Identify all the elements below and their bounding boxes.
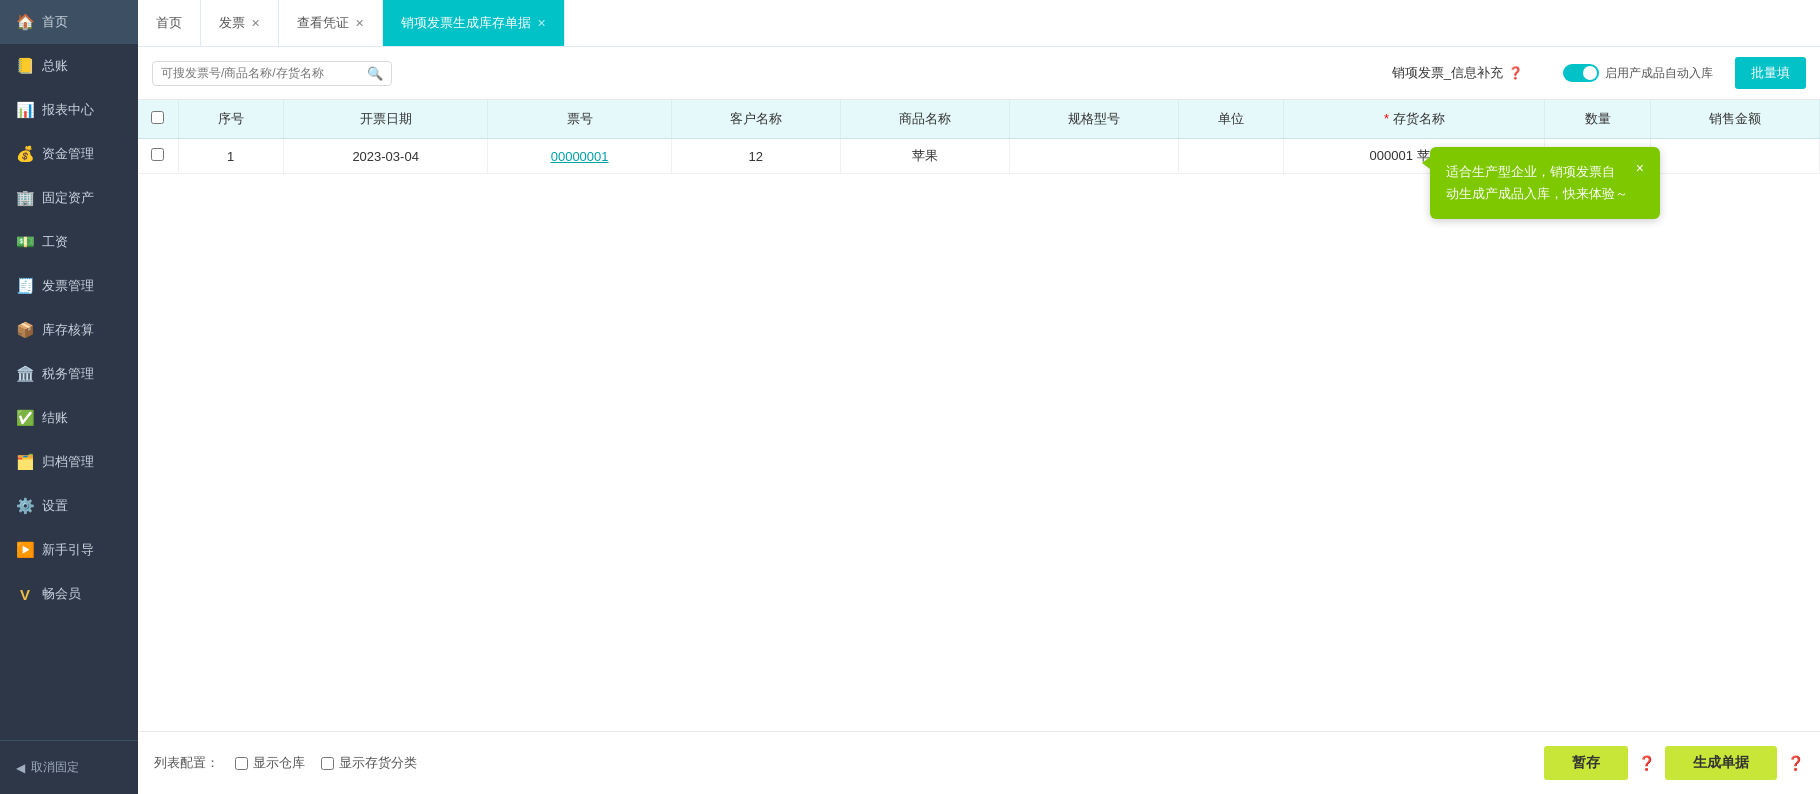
search-input[interactable]: [161, 66, 361, 80]
footer-right: 暂存 ❓ 生成单据 ❓: [1544, 746, 1804, 780]
sidebar-item-inventory[interactable]: 📦 库存核算: [0, 308, 138, 352]
tab-stock-doc-close[interactable]: ✕: [537, 17, 546, 30]
row-sales-amount: [1650, 139, 1819, 174]
th-customer: 客户名称: [671, 100, 840, 139]
main-area: 首页 发票 ✕ 查看凭证 ✕ 销项发票生成库存单据 ✕ 🔍 销项发票_信息补充 …: [138, 0, 1820, 794]
save-button[interactable]: 暂存: [1544, 746, 1628, 780]
row-checkbox[interactable]: [151, 148, 164, 161]
th-spec: 规格型号: [1009, 100, 1178, 139]
row-customer: 12: [671, 139, 840, 174]
show-category-checkbox[interactable]: [321, 757, 334, 770]
unpin-button[interactable]: ◀ 取消固定: [0, 749, 138, 786]
sidebar-item-archive[interactable]: 🗂️ 归档管理: [0, 440, 138, 484]
row-seq: 1: [178, 139, 283, 174]
invoice-mgmt-icon: 🧾: [16, 277, 34, 295]
sidebar-item-checkout[interactable]: ✅ 结账: [0, 396, 138, 440]
th-unit: 单位: [1178, 100, 1283, 139]
auto-stock-toggle[interactable]: [1563, 64, 1599, 82]
tooltip-close-button[interactable]: ×: [1636, 161, 1644, 175]
archive-icon: 🗂️: [16, 453, 34, 471]
save-help-icon[interactable]: ❓: [1638, 755, 1655, 771]
salary-icon: 💵: [16, 233, 34, 251]
row-checkbox-cell: [138, 139, 178, 174]
tab-voucher-close[interactable]: ✕: [355, 17, 364, 30]
sidebar: 🏠 首页 📒 总账 📊 报表中心 💰 资金管理 🏢 固定资产 💵 工资 🧾 发票…: [0, 0, 138, 794]
th-date: 开票日期: [283, 100, 488, 139]
tax-icon: 🏛️: [16, 365, 34, 383]
funds-icon: 💰: [16, 145, 34, 163]
row-unit: [1178, 139, 1283, 174]
batch-fill-button[interactable]: 批量填: [1735, 57, 1806, 89]
sidebar-item-settings[interactable]: ⚙️ 设置: [0, 484, 138, 528]
sidebar-item-funds[interactable]: 💰 资金管理: [0, 132, 138, 176]
th-product: 商品名称: [840, 100, 1009, 139]
generate-help-icon[interactable]: ❓: [1787, 755, 1804, 771]
tab-invoice[interactable]: 发票 ✕: [201, 0, 279, 46]
sidebar-item-home[interactable]: 🏠 首页: [0, 0, 138, 44]
settings-icon: ⚙️: [16, 497, 34, 515]
generate-button[interactable]: 生成单据: [1665, 746, 1777, 780]
footer: 列表配置： 显示仓库 显示存货分类 暂存 ❓ 生成单据 ❓: [138, 731, 1820, 794]
table-header-row: 序号 开票日期 票号 客户名称 商品名称 规格型号 单位 * 存货名称 数量 销…: [138, 100, 1820, 139]
select-all-checkbox[interactable]: [151, 111, 164, 124]
th-sales-amount: 销售金额: [1650, 100, 1819, 139]
th-checkbox: [138, 100, 178, 139]
home-icon: 🏠: [16, 13, 34, 31]
tab-invoice-close[interactable]: ✕: [251, 17, 260, 30]
fixed-assets-icon: 🏢: [16, 189, 34, 207]
toggle-area: 启用产成品自动入库: [1563, 64, 1713, 82]
info-help-icon[interactable]: ❓: [1508, 66, 1523, 80]
sidebar-item-tax[interactable]: 🏛️ 税务管理: [0, 352, 138, 396]
sidebar-item-fixed-assets[interactable]: 🏢 固定资产: [0, 176, 138, 220]
show-category-label[interactable]: 显示存货分类: [321, 754, 417, 772]
row-ticket-no[interactable]: 00000001: [488, 139, 671, 174]
sidebar-item-guide[interactable]: ▶️ 新手引导: [0, 528, 138, 572]
sidebar-item-vip[interactable]: V 畅会员: [0, 572, 138, 616]
checkout-icon: ✅: [16, 409, 34, 427]
th-seq: 序号: [178, 100, 283, 139]
sidebar-item-reports[interactable]: 📊 报表中心: [0, 88, 138, 132]
th-inventory-name: * 存货名称: [1284, 100, 1545, 139]
tab-home[interactable]: 首页: [138, 0, 201, 46]
toolbar: 🔍 销项发票_信息补充 ❓ 启用产成品自动入库 批量填 × 适合生产型企业，销项…: [138, 47, 1820, 100]
search-box[interactable]: 🔍: [152, 61, 392, 86]
tab-bar: 首页 发票 ✕ 查看凭证 ✕ 销项发票生成库存单据 ✕: [138, 0, 1820, 47]
row-product: 苹果: [840, 139, 1009, 174]
info-label: 销项发票_信息补充 ❓: [1392, 64, 1523, 82]
row-spec: [1009, 139, 1178, 174]
sidebar-item-ledger[interactable]: 📒 总账: [0, 44, 138, 88]
th-ticket-no: 票号: [488, 100, 671, 139]
row-date: 2023-03-04: [283, 139, 488, 174]
toggle-thumb: [1583, 66, 1597, 80]
reports-icon: 📊: [16, 101, 34, 119]
tab-voucher[interactable]: 查看凭证 ✕: [279, 0, 383, 46]
sidebar-item-salary[interactable]: 💵 工资: [0, 220, 138, 264]
show-warehouse-checkbox[interactable]: [235, 757, 248, 770]
guide-icon: ▶️: [16, 541, 34, 559]
sidebar-item-invoice-mgmt[interactable]: 🧾 发票管理: [0, 264, 138, 308]
show-warehouse-label[interactable]: 显示仓库: [235, 754, 305, 772]
inventory-icon: 📦: [16, 321, 34, 339]
sidebar-bottom: ◀ 取消固定: [0, 740, 138, 794]
tab-stock-doc[interactable]: 销项发票生成库存单据 ✕: [383, 0, 565, 46]
ledger-icon: 📒: [16, 57, 34, 75]
unpin-icon: ◀: [16, 761, 25, 775]
vip-icon: V: [16, 586, 34, 603]
tooltip-popup: × 适合生产型企业，销项发票自动生成产成品入库，快来体验～: [1430, 147, 1660, 219]
content-area: 🔍 销项发票_信息补充 ❓ 启用产成品自动入库 批量填 × 适合生产型企业，销项…: [138, 47, 1820, 794]
search-icon: 🔍: [367, 66, 383, 81]
th-qty: 数量: [1545, 100, 1650, 139]
